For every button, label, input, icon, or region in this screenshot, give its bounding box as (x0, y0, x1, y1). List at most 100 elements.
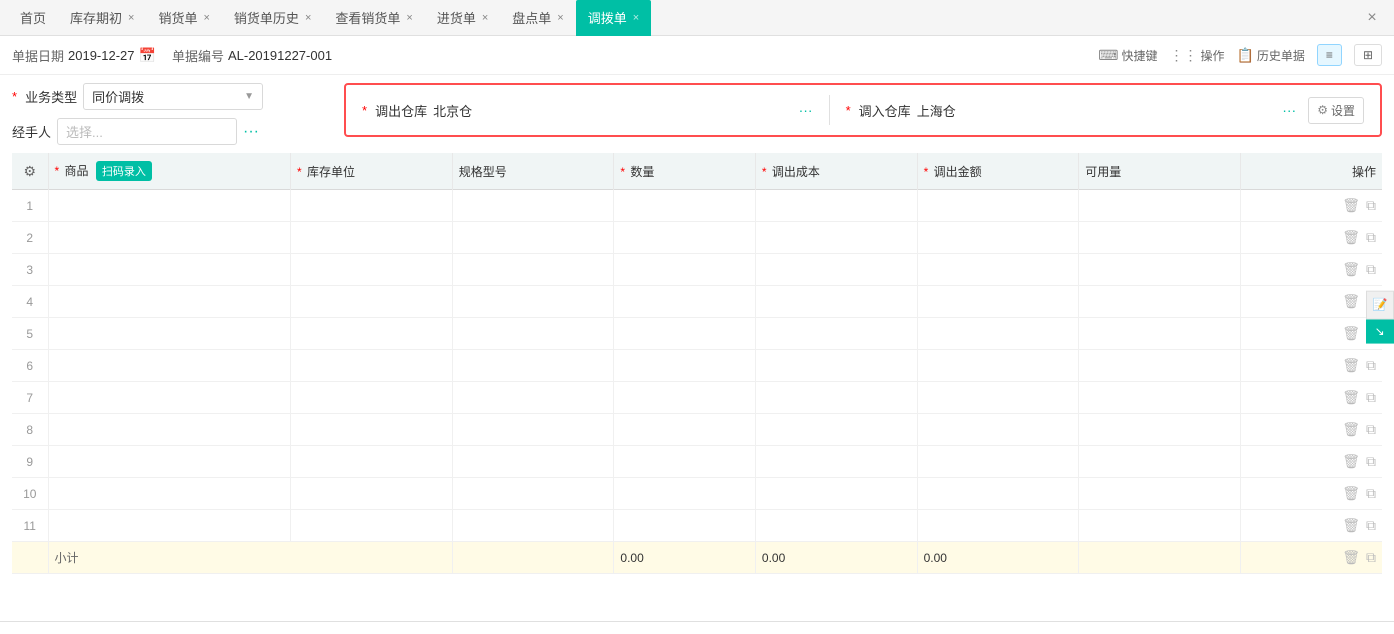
copy-icon[interactable]: ⧉ (1366, 357, 1376, 374)
copy-icon[interactable]: ⧉ (1366, 453, 1376, 470)
cell-amount[interactable] (917, 286, 1079, 318)
close-tab-purchase[interactable]: × (482, 12, 488, 24)
grid-view-button[interactable]: ⊞ (1354, 44, 1382, 66)
cell-unit[interactable] (291, 286, 453, 318)
close-tab-inventory-check[interactable]: × (557, 12, 563, 24)
cell-available[interactable] (1079, 222, 1241, 254)
cell-spec[interactable] (452, 382, 614, 414)
cell-cost[interactable] (755, 350, 917, 382)
cell-product[interactable] (48, 254, 291, 286)
copy-icon[interactable]: ⧉ (1366, 485, 1376, 502)
close-tab-inventory-init[interactable]: × (128, 12, 134, 24)
cell-product[interactable] (48, 382, 291, 414)
handler-select[interactable]: 选择... (57, 118, 237, 145)
shortcut-button[interactable]: ⌨ 快捷键 (1098, 47, 1157, 64)
tab-inventory-init[interactable]: 库存期初 × (58, 0, 146, 36)
cell-spec[interactable] (452, 286, 614, 318)
cell-available[interactable] (1079, 254, 1241, 286)
cell-qty[interactable] (614, 446, 755, 478)
delete-icon[interactable]: 🗑 (1342, 197, 1360, 214)
delete-icon[interactable]: 🗑 (1342, 485, 1360, 502)
cell-product[interactable] (48, 350, 291, 382)
cell-available[interactable] (1079, 382, 1241, 414)
cell-available[interactable] (1079, 350, 1241, 382)
cell-product[interactable] (48, 478, 291, 510)
cell-amount[interactable] (917, 414, 1079, 446)
cell-spec[interactable] (452, 350, 614, 382)
cell-product[interactable] (48, 446, 291, 478)
delete-icon[interactable]: 🗑 (1342, 517, 1360, 534)
tab-view-sales[interactable]: 查看销货单 × (323, 0, 424, 36)
cell-amount[interactable] (917, 446, 1079, 478)
notes-button[interactable]: 📝 (1366, 291, 1394, 320)
cell-available[interactable] (1079, 478, 1241, 510)
cell-available[interactable] (1079, 286, 1241, 318)
copy-icon[interactable]: ⧉ (1366, 421, 1376, 438)
subtotal-delete-icon[interactable]: 🗑 (1342, 549, 1360, 566)
cell-amount[interactable] (917, 350, 1079, 382)
cell-cost[interactable] (755, 414, 917, 446)
delete-icon[interactable]: 🗑 (1342, 325, 1360, 342)
calendar-icon[interactable]: 📅 (139, 47, 156, 64)
cell-qty[interactable] (614, 350, 755, 382)
cell-unit[interactable] (291, 510, 453, 542)
cell-qty[interactable] (614, 478, 755, 510)
business-type-select[interactable]: 同价调拨 ▼ (83, 83, 263, 110)
cell-unit[interactable] (291, 350, 453, 382)
tab-sales-history[interactable]: 销货单历史 × (222, 0, 323, 36)
close-all-tabs[interactable]: × (1358, 4, 1386, 32)
cell-spec[interactable] (452, 414, 614, 446)
cell-qty[interactable] (614, 318, 755, 350)
settings-icon[interactable]: ⚙ (23, 163, 36, 179)
warehouse-out-more-button[interactable]: ··· (799, 102, 813, 118)
cell-spec[interactable] (452, 478, 614, 510)
cell-amount[interactable] (917, 478, 1079, 510)
copy-icon[interactable]: ⧉ (1366, 389, 1376, 406)
delete-icon[interactable]: 🗑 (1342, 421, 1360, 438)
history-button[interactable]: 📋 历史单据 (1236, 47, 1304, 64)
close-tab-view-sales[interactable]: × (406, 12, 412, 24)
cell-spec[interactable] (452, 318, 614, 350)
cell-unit[interactable] (291, 382, 453, 414)
cell-available[interactable] (1079, 446, 1241, 478)
cell-unit[interactable] (291, 478, 453, 510)
cell-cost[interactable] (755, 286, 917, 318)
cell-qty[interactable] (614, 254, 755, 286)
cell-amount[interactable] (917, 318, 1079, 350)
cell-cost[interactable] (755, 318, 917, 350)
cell-spec[interactable] (452, 446, 614, 478)
cell-amount[interactable] (917, 222, 1079, 254)
scan-button[interactable]: 扫码录入 (96, 161, 152, 181)
tab-home[interactable]: 首页 (8, 0, 58, 36)
operation-button[interactable]: ⋮⋮ 操作 (1169, 47, 1224, 64)
delete-icon[interactable]: 🗑 (1342, 357, 1360, 374)
tab-inventory-check[interactable]: 盘点单 × (500, 0, 575, 36)
warehouse-in-more-button[interactable]: ··· (1282, 102, 1296, 118)
cell-unit[interactable] (291, 190, 453, 222)
cell-spec[interactable] (452, 510, 614, 542)
close-tab-sales-history[interactable]: × (305, 12, 311, 24)
setting-button[interactable]: ⚙ 设置 (1308, 97, 1364, 124)
copy-icon[interactable]: ⧉ (1366, 197, 1376, 214)
cell-available[interactable] (1079, 414, 1241, 446)
cell-unit[interactable] (291, 254, 453, 286)
cell-cost[interactable] (755, 222, 917, 254)
delete-icon[interactable]: 🗑 (1342, 261, 1360, 278)
cell-spec[interactable] (452, 254, 614, 286)
cell-product[interactable] (48, 190, 291, 222)
cell-qty[interactable] (614, 190, 755, 222)
cell-unit[interactable] (291, 414, 453, 446)
close-tab-transfer[interactable]: × (633, 12, 639, 24)
cell-available[interactable] (1079, 510, 1241, 542)
delete-icon[interactable]: 🗑 (1342, 389, 1360, 406)
cell-amount[interactable] (917, 190, 1079, 222)
cell-unit[interactable] (291, 222, 453, 254)
cell-amount[interactable] (917, 254, 1079, 286)
cell-qty[interactable] (614, 414, 755, 446)
cell-amount[interactable] (917, 382, 1079, 414)
copy-icon[interactable]: ⧉ (1366, 517, 1376, 534)
cell-cost[interactable] (755, 382, 917, 414)
expand-button[interactable]: ↗ (1366, 319, 1394, 343)
cell-cost[interactable] (755, 446, 917, 478)
cell-product[interactable] (48, 222, 291, 254)
